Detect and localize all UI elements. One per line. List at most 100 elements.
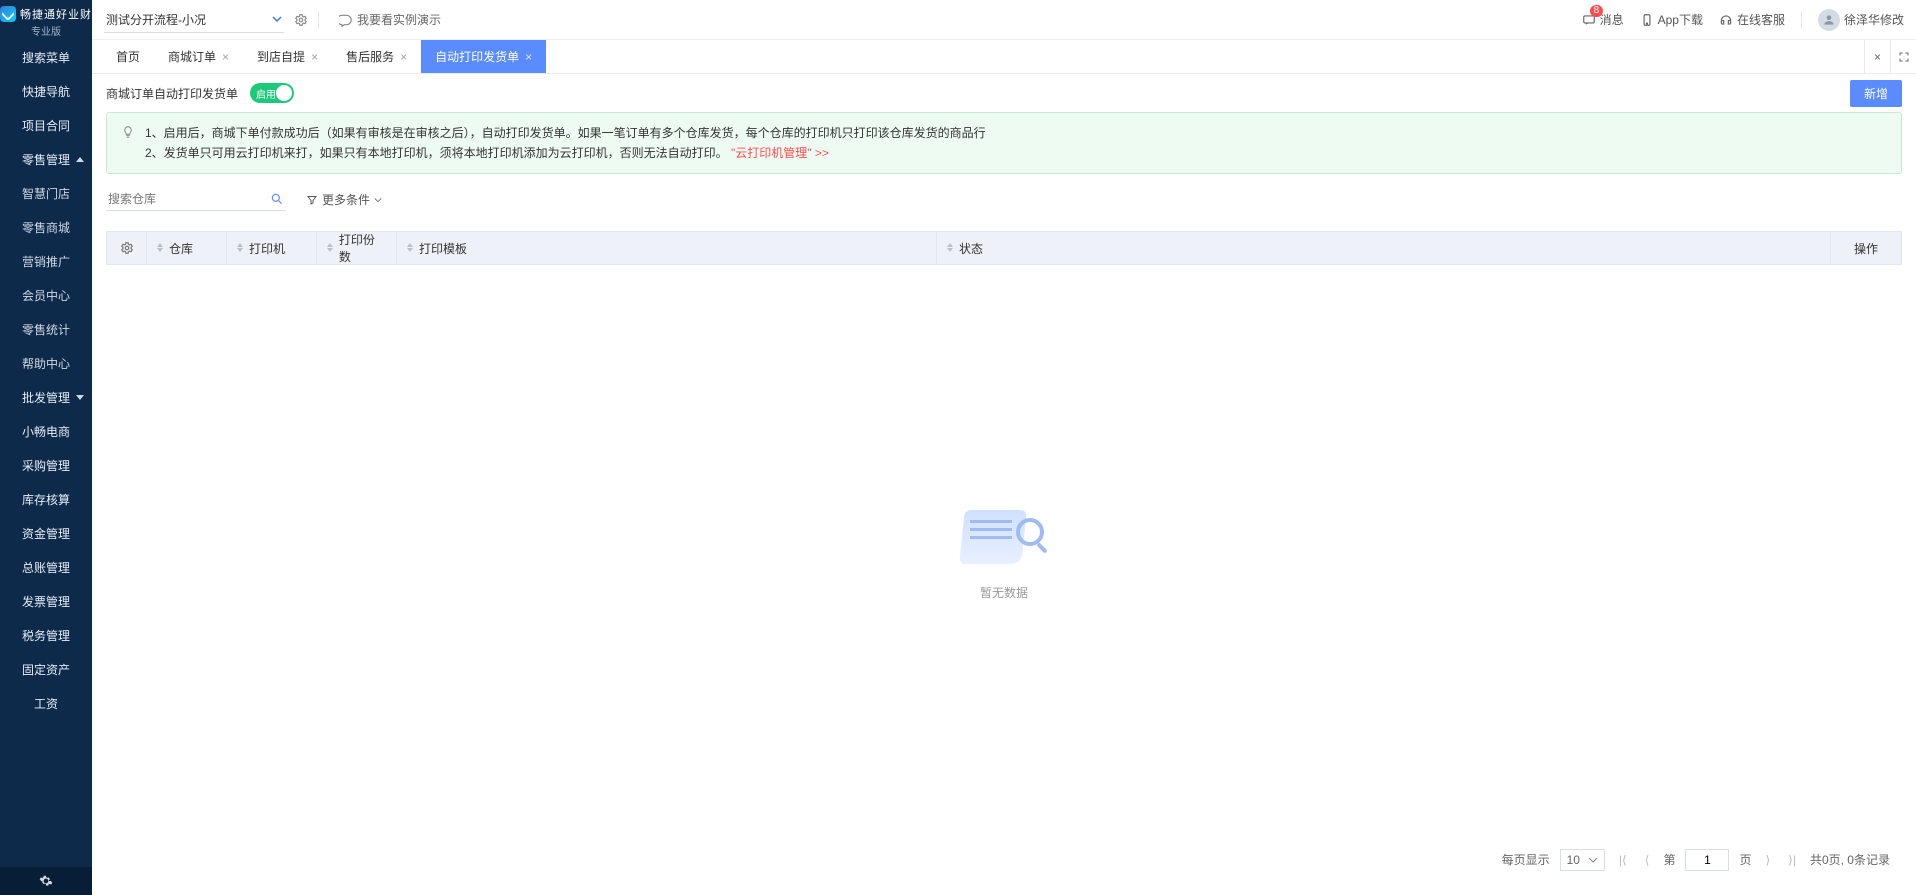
sidebar-settings[interactable] [0,867,92,895]
empty-text: 暂无数据 [980,584,1028,601]
col-label: 状态 [959,240,983,257]
sidebar-item-purchase[interactable]: 采购管理 [0,448,92,482]
tab-home[interactable]: 首页 [102,40,154,73]
col-copies[interactable]: 打印份数 [317,232,397,264]
sidebar-item-ledger[interactable]: 总账管理 [0,550,92,584]
search-icon[interactable] [270,192,284,206]
demo-link-label: 我要看实例演示 [357,11,441,28]
topbar-message[interactable]: 消息 8 [1582,11,1624,28]
gear-icon [39,874,53,888]
topbar: 测试分开流程-小况 我要看实例演示 消息 8 App下载 [92,0,1916,40]
page-input[interactable] [1685,849,1729,871]
brand-edition: 专业版 [31,23,61,38]
page-first[interactable]: |⟨ [1615,851,1631,869]
gear-icon [120,241,134,255]
divider [1801,11,1802,29]
add-button[interactable]: 新增 [1850,80,1902,107]
topbar-user[interactable]: 徐泽华修改 [1818,9,1904,31]
col-label: 打印份数 [339,231,386,265]
topbar-app[interactable]: App下载 [1640,11,1703,28]
sidebar: 畅捷通好业财 专业版 搜索菜单 快捷导航 项目合同 零售管理 智慧门店 零售商城… [0,0,92,895]
sidebar-sub-smart-store[interactable]: 智慧门店 [0,176,92,210]
tab-mall-order[interactable]: 商城订单× [154,40,243,73]
chevron-down-icon [272,14,282,24]
brand-name: 畅捷通好业财 [20,6,92,22]
close-icon[interactable]: × [525,50,532,64]
tabs-fullscreen[interactable] [1890,40,1916,73]
tab-label: 售后服务 [346,48,394,65]
more-conditions[interactable]: 更多条件 [306,191,382,208]
search-row: 更多条件 [106,188,1902,211]
topbar-message-label: 消息 [1600,11,1624,28]
sidebar-sub-retail-stats[interactable]: 零售统计 [0,312,92,346]
speech-icon [339,13,353,27]
sidebar-menu: 搜索菜单 快捷导航 项目合同 零售管理 智慧门店 零售商城 营销推广 会员中心 … [0,40,92,867]
cloud-printer-link[interactable]: "云打印机管理" >> [731,146,829,160]
per-page-label: 每页显示 [1502,851,1550,868]
table: 仓库 打印机 打印份数 打印模板 状态 操作 暂无数据 [106,231,1902,837]
table-empty: 暂无数据 [106,265,1902,837]
page-next[interactable]: ⟩ [1761,851,1774,869]
search-input[interactable] [108,192,270,206]
auto-print-label: 商城订单自动打印发货单 [106,85,238,102]
tabs-close-all[interactable]: × [1864,40,1890,73]
warehouse-search[interactable] [106,188,286,211]
close-icon[interactable]: × [222,50,229,64]
divider [318,11,319,29]
headset-icon [1719,13,1733,27]
more-conditions-label: 更多条件 [322,191,370,208]
chevron-down-icon [374,196,382,204]
banner-line2-text: 2、发货单只可用云打印机来打，如果只有本地打印机，须将本地打印机添加为云打印机，… [145,146,728,160]
org-settings-icon[interactable] [294,13,308,27]
sidebar-item-invoice[interactable]: 发票管理 [0,584,92,618]
bulb-icon [121,125,135,139]
col-label: 打印机 [249,240,285,257]
tab-auto-print[interactable]: 自动打印发货单 × [421,40,546,73]
page-suffix: 页 [1739,851,1751,868]
col-settings[interactable] [107,232,147,264]
funnel-icon [306,194,318,206]
page-prev[interactable]: ⟨ [1641,851,1654,869]
tab-pickup[interactable]: 到店自提× [243,40,332,73]
per-page-select[interactable]: 10 [1560,849,1605,871]
sidebar-item-salary[interactable]: 工资 [0,686,92,720]
logo-icon [0,6,16,22]
toggle-label: 启用 [256,86,276,101]
col-ops: 操作 [1831,232,1901,264]
sidebar-item-xiaochang[interactable]: 小畅电商 [0,414,92,448]
per-page-value: 10 [1567,853,1580,867]
sidebar-sub-marketing[interactable]: 营销推广 [0,244,92,278]
org-select[interactable]: 测试分开流程-小况 [104,7,284,33]
close-icon[interactable]: × [400,50,407,64]
banner-line1: 1、启用后，商城下单付款成功后（如果有审核是在审核之后），自动打印发货单。如果一… [145,123,986,143]
sidebar-item-quick-nav[interactable]: 快捷导航 [0,74,92,108]
tab-aftersale[interactable]: 售后服务 × [332,40,421,73]
close-icon[interactable]: × [311,50,318,64]
sidebar-item-project-contract[interactable]: 项目合同 [0,108,92,142]
sidebar-sub-help-center[interactable]: 帮助中心 [0,346,92,380]
topbar-service[interactable]: 在线客服 [1719,11,1785,28]
col-warehouse[interactable]: 仓库 [147,232,227,264]
sidebar-sub-retail-mall[interactable]: 零售商城 [0,210,92,244]
page-last[interactable]: ⟩| [1784,851,1800,869]
col-status[interactable]: 状态 [937,232,1831,264]
chevron-down-icon [1588,855,1598,865]
page-summary: 共0页, 0条记录 [1810,851,1890,868]
col-template[interactable]: 打印模板 [397,232,937,264]
tab-label: 自动打印发货单 [435,48,519,65]
sidebar-item-tax[interactable]: 税务管理 [0,618,92,652]
sidebar-item-fixed-asset[interactable]: 固定资产 [0,652,92,686]
settings-row: 商城订单自动打印发货单 启用 新增 [92,74,1916,112]
demo-link[interactable]: 我要看实例演示 [339,11,441,28]
enable-toggle[interactable]: 启用 [250,83,294,103]
col-printer[interactable]: 打印机 [227,232,317,264]
sidebar-item-inventory[interactable]: 库存核算 [0,482,92,516]
sidebar-item-retail-mgmt[interactable]: 零售管理 [0,142,92,176]
main: 测试分开流程-小况 我要看实例演示 消息 8 App下载 [92,0,1916,895]
pagination: 每页显示 10 |⟨ ⟨ 第 页 ⟩ ⟩| 共0页, 0条记录 [106,837,1902,881]
tabs: 首页 商城订单× 到店自提× 售后服务 × 自动打印发货单 × × [92,40,1916,74]
sidebar-item-wholesale[interactable]: 批发管理 [0,380,92,414]
sidebar-item-search-menu[interactable]: 搜索菜单 [0,40,92,74]
sidebar-item-funds[interactable]: 资金管理 [0,516,92,550]
sidebar-sub-member[interactable]: 会员中心 [0,278,92,312]
